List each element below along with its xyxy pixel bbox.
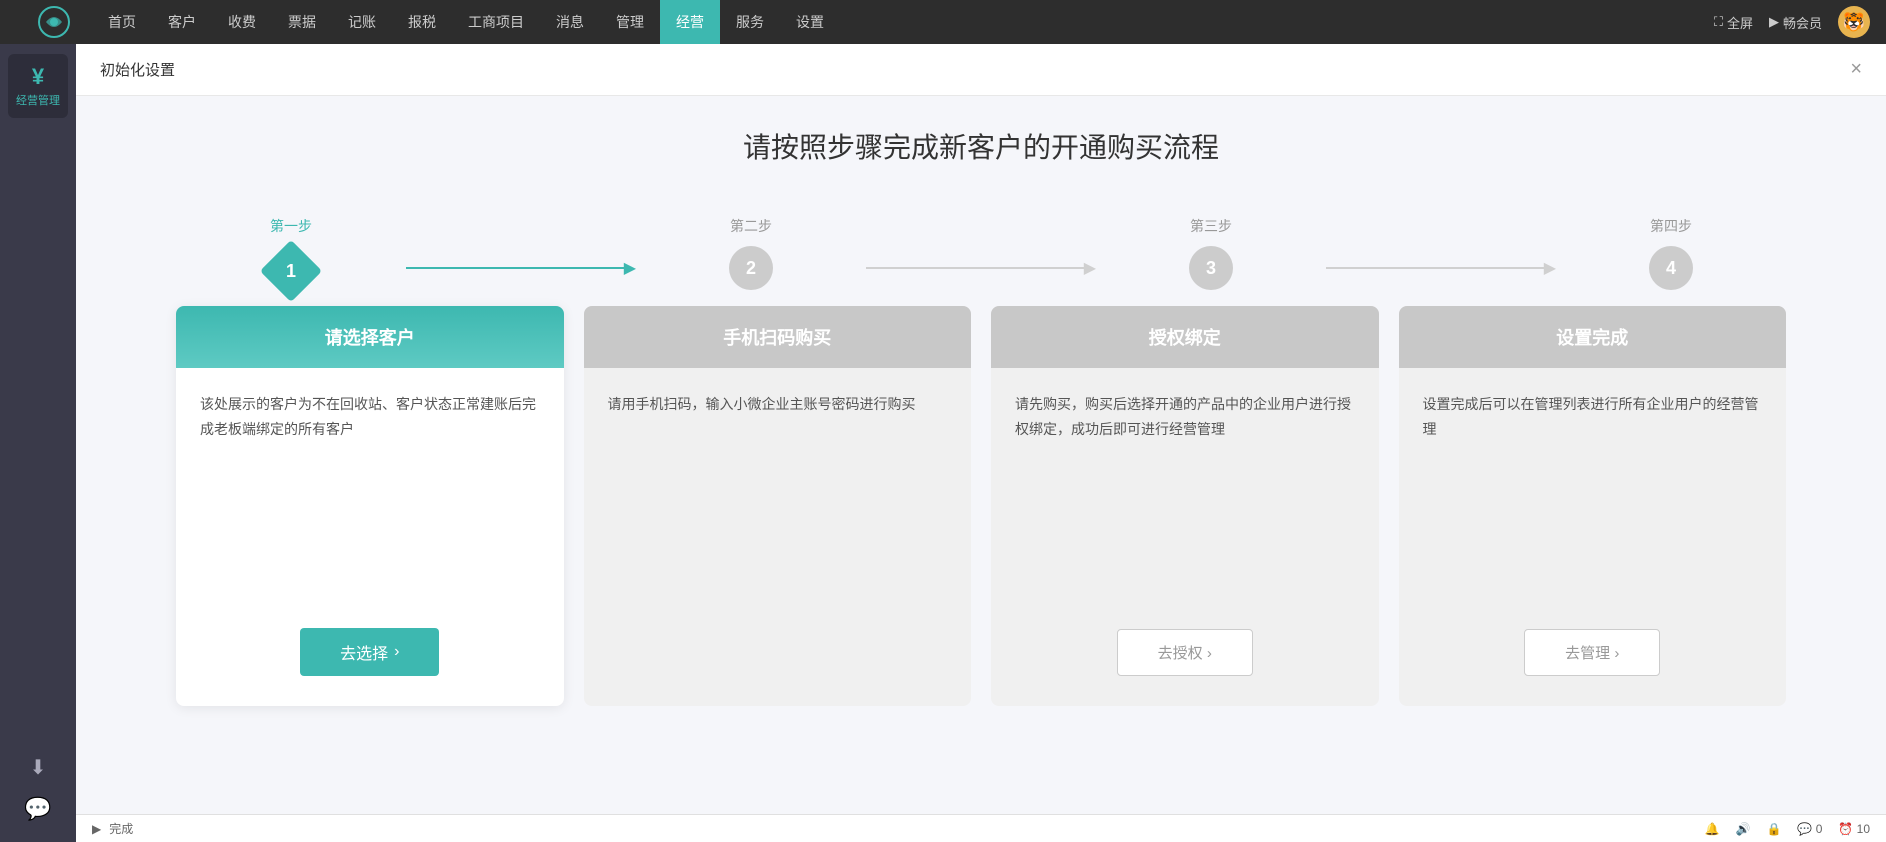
step-2-col: 第二步 2 xyxy=(636,216,866,290)
step-3-circle: 3 xyxy=(1189,246,1233,290)
nav-manage[interactable]: 管理 xyxy=(600,0,660,44)
connector-line-3 xyxy=(1326,267,1546,269)
bell-icon[interactable]: 🔔 xyxy=(1705,822,1720,836)
close-button[interactable]: × xyxy=(1850,58,1862,81)
step-4-col: 第四步 4 xyxy=(1556,216,1786,290)
status-text: 完成 xyxy=(109,820,133,837)
connector-line-2 xyxy=(866,267,1086,269)
clock-count: ⏰ 10 xyxy=(1838,822,1870,836)
card-1-footer: 去选择 › xyxy=(176,612,564,706)
step-2-circle: 2 xyxy=(729,246,773,290)
card-3-body: 请先购买，购买后选择开通的产品中的企业用户进行授权绑定，成功后即可进行经营管理 xyxy=(991,368,1379,613)
step-1-number: 1 xyxy=(286,261,296,282)
lock-icon[interactable]: 🔒 xyxy=(1766,822,1781,836)
steps-and-cards: 第一步 1 ▶ 第二步 xyxy=(136,216,1826,706)
nav-fee[interactable]: 收费 xyxy=(212,0,272,44)
nav-operation[interactable]: 经营 xyxy=(660,0,720,44)
step-4-circle: 4 xyxy=(1649,246,1693,290)
fullscreen-icon: ⛶ xyxy=(1714,14,1723,30)
connector-arrow-1: ▶ xyxy=(624,258,636,278)
main-content: 初始化设置 × 请按照步骤完成新客户的开通购买流程 第一步 1 xyxy=(76,44,1886,842)
nav-home[interactable]: 首页 xyxy=(92,0,152,44)
chevron-right-icon: › xyxy=(394,643,399,661)
yuan-icon: ¥ xyxy=(32,64,44,90)
card-4-body: 设置完成后可以在管理列表进行所有企业用户的经营管理 xyxy=(1399,368,1787,613)
go-manage-button[interactable]: 去管理 › xyxy=(1524,629,1660,676)
step-3-label: 第三步 xyxy=(1190,216,1232,236)
logo xyxy=(16,6,92,38)
support-icon[interactable]: 💬 xyxy=(24,796,51,822)
nav-items: 首页 客户 收费 票据 记账 报税 工商项目 消息 管理 经营 服务 设置 xyxy=(92,0,1714,44)
sidebar-item-operation[interactable]: ¥ 经营管理 xyxy=(8,54,68,118)
nav-right: ⛶ 全屏 ▶ 畅会员 🐯 xyxy=(1714,6,1870,38)
status-bar-right: 🔔 🔊 🔒 💬 0 ⏰ 10 xyxy=(1705,822,1870,836)
page-heading: 请按照步骤完成新客户的开通购买流程 xyxy=(136,126,1826,166)
card-4-header: 设置完成 xyxy=(1399,306,1787,368)
card-4-footer: 去管理 › xyxy=(1399,613,1787,706)
step-1-label: 第一步 xyxy=(270,216,312,236)
card-3-header: 授权绑定 xyxy=(991,306,1379,368)
card-3-footer: 去授权 › xyxy=(991,613,1379,706)
connector-arrow-3: ▶ xyxy=(1544,258,1556,278)
nav-customer[interactable]: 客户 xyxy=(152,0,212,44)
card-step4: 设置完成 设置完成后可以在管理列表进行所有企业用户的经营管理 去管理 › xyxy=(1399,306,1787,706)
step-1-diamond: 1 xyxy=(266,246,316,296)
status-bar: ▶ 完成 🔔 🔊 🔒 💬 0 ⏰ 10 xyxy=(76,814,1886,842)
card-1-header: 请选择客户 xyxy=(176,306,564,368)
step-2-label: 第二步 xyxy=(730,216,772,236)
nav-service[interactable]: 服务 xyxy=(720,0,780,44)
sidebar: ¥ 经营管理 ⬇ 💬 xyxy=(0,44,76,842)
panel-title: 初始化设置 xyxy=(100,59,175,80)
avatar[interactable]: 🐯 xyxy=(1838,6,1870,38)
step-3-col: 第三步 3 xyxy=(1096,216,1326,290)
card-step2: 手机扫码购买 请用手机扫码，输入小微企业主账号密码进行购买 xyxy=(584,306,972,706)
member-icon: ▶ xyxy=(1769,14,1779,30)
content-area: 请按照步骤完成新客户的开通购买流程 第一步 1 xyxy=(76,96,1886,814)
nav-message[interactable]: 消息 xyxy=(540,0,600,44)
play-icon: ▶ xyxy=(92,822,101,836)
top-nav: 首页 客户 收费 票据 记账 报税 工商项目 消息 管理 经营 服务 设置 ⛶ … xyxy=(0,0,1886,44)
nav-tax[interactable]: 报税 xyxy=(392,0,452,44)
steps-row: 第一步 1 ▶ 第二步 xyxy=(176,216,1786,296)
nav-settings[interactable]: 设置 xyxy=(780,0,840,44)
panel-header: 初始化设置 × xyxy=(76,44,1886,96)
nav-bill[interactable]: 票据 xyxy=(272,0,332,44)
fullscreen-btn[interactable]: ⛶ 全屏 xyxy=(1714,13,1753,32)
layout: ¥ 经营管理 ⬇ 💬 初始化设置 × 请按照步骤完成新客户的开通购买流程 第一步 xyxy=(0,44,1886,842)
go-auth-button[interactable]: 去授权 › xyxy=(1117,629,1253,676)
step-4-label: 第四步 xyxy=(1650,216,1692,236)
card-step1: 请选择客户 该处展示的客户为不在回收站、客户状态正常建账后完成老板端绑定的所有客… xyxy=(176,306,564,706)
card-1-body: 该处展示的客户为不在回收站、客户状态正常建账后完成老板端绑定的所有客户 xyxy=(176,368,564,612)
card-2-body: 请用手机扫码，输入小微企业主账号密码进行购买 xyxy=(584,368,972,706)
connector-1-2: ▶ xyxy=(406,216,636,278)
connector-3-4: ▶ xyxy=(1326,216,1556,278)
card-step3: 授权绑定 请先购买，购买后选择开通的产品中的企业用户进行授权绑定，成功后即可进行… xyxy=(991,306,1379,706)
card-2-header: 手机扫码购买 xyxy=(584,306,972,368)
go-select-button[interactable]: 去选择 › xyxy=(300,628,439,676)
member-btn[interactable]: ▶ 畅会员 xyxy=(1769,13,1822,32)
chat-count: 💬 0 xyxy=(1797,822,1822,836)
nav-account[interactable]: 记账 xyxy=(332,0,392,44)
connector-arrow-2: ▶ xyxy=(1084,258,1096,278)
connector-2-3: ▶ xyxy=(866,216,1096,278)
sidebar-bottom: ⬇ 💬 xyxy=(24,755,51,822)
download-icon[interactable]: ⬇ xyxy=(30,755,47,780)
step-1-col: 第一步 1 xyxy=(176,216,406,296)
nav-business[interactable]: 工商项目 xyxy=(452,0,540,44)
connector-line-active xyxy=(406,267,626,269)
cards-row: 请选择客户 该处展示的客户为不在回收站、客户状态正常建账后完成老板端绑定的所有客… xyxy=(176,306,1786,706)
volume-icon[interactable]: 🔊 xyxy=(1736,822,1751,836)
